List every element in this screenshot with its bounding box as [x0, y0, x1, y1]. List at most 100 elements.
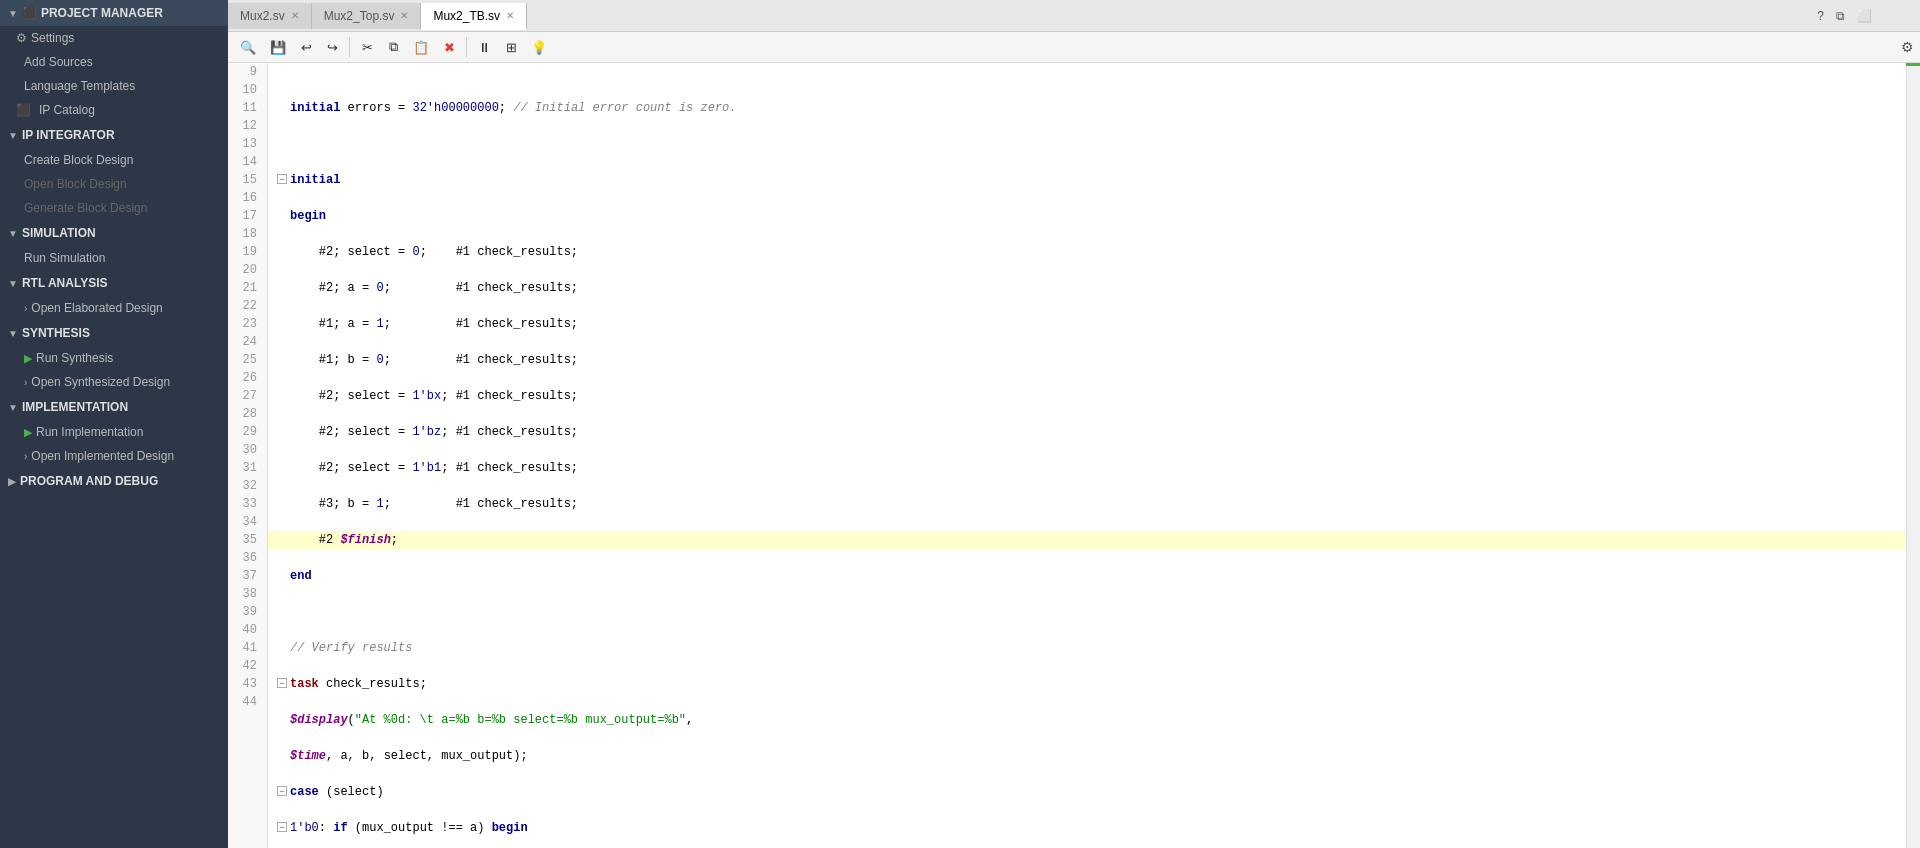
toolbar: 🔍 💾 ↩ ↪ ✂ ⧉ 📋 ✖ ⏸ ⊞ 💡 ⚙ — [228, 32, 1920, 63]
fold-icon[interactable]: − — [276, 819, 290, 837]
line-number: 17 — [228, 207, 261, 225]
sidebar-item-label: Language Templates — [24, 79, 135, 93]
redo-button[interactable]: ↪ — [320, 35, 344, 59]
sidebar-item-run-synthesis[interactable]: ▶ Run Synthesis — [0, 346, 228, 370]
sidebar-section-label: IMPLEMENTATION — [22, 400, 128, 414]
line-number: 21 — [228, 279, 261, 297]
main-area: Mux2.sv ✕ Mux2_Top.sv ✕ Mux2_TB.sv ✕ ? ⧉… — [228, 0, 1920, 848]
code-content: initial errors = 32'h00000000; // Initia… — [268, 63, 1906, 848]
code-line-26: $display("At %0d: \t a=%b b=%b select=%b… — [268, 711, 1906, 729]
sidebar-item-label: Run Implementation — [36, 425, 143, 439]
sidebar-item-open-elaborated-design[interactable]: › Open Elaborated Design — [0, 296, 228, 320]
line-number: 22 — [228, 297, 261, 315]
sidebar-section-ip-integrator[interactable]: ▼ IP INTEGRATOR — [0, 122, 228, 148]
run-icon: ▶ — [24, 426, 32, 439]
toolbar-separator-2 — [466, 37, 467, 57]
sidebar-item-settings[interactable]: ⚙ Settings — [0, 26, 228, 50]
sidebar-item-label: Add Sources — [24, 55, 93, 69]
close-icon[interactable]: ✕ — [291, 10, 299, 21]
fold-icon[interactable]: − — [276, 783, 290, 801]
line-number: 34 — [228, 513, 261, 531]
search-button[interactable]: 🔍 — [234, 35, 262, 59]
sidebar-section-synthesis[interactable]: ▼ SYNTHESIS — [0, 320, 228, 346]
maximize-button[interactable]: ⬜ — [1853, 7, 1876, 25]
sidebar-section-implementation[interactable]: ▼ IMPLEMENTATION — [0, 394, 228, 420]
sidebar-item-open-implemented-design[interactable]: › Open Implemented Design — [0, 444, 228, 468]
sidebar-section-project-manager[interactable]: ▼ ⬛ PROJECT MANAGER — [0, 0, 228, 26]
collapse-marker[interactable]: − — [277, 822, 287, 832]
sidebar-item-add-sources[interactable]: Add Sources — [0, 50, 228, 74]
line-number: 44 — [228, 693, 261, 711]
sidebar-item-label: Open Implemented Design — [31, 449, 174, 463]
sidebar-section-label: IP INTEGRATOR — [22, 128, 115, 142]
line-number: 20 — [228, 261, 261, 279]
table-button[interactable]: ⊞ — [499, 35, 523, 59]
cut-button[interactable]: ✂ — [355, 35, 379, 59]
save-button[interactable]: 💾 — [264, 35, 292, 59]
line-number: 40 — [228, 621, 261, 639]
code-line-21: #2 $finish; — [268, 531, 1906, 549]
tab-mux2-tb-sv[interactable]: Mux2_TB.sv ✕ — [421, 3, 527, 30]
code-editor[interactable]: initial errors = 32'h00000000; // Initia… — [268, 63, 1906, 848]
sidebar-item-language-templates[interactable]: Language Templates — [0, 74, 228, 98]
collapse-marker[interactable]: − — [277, 174, 287, 184]
editor-area: 9 10 11 12 13 14 15 16 17 18 19 20 21 22… — [228, 63, 1920, 848]
code-line-20: #3; b = 1; #1 check_results; — [268, 495, 1906, 513]
sidebar-item-label: Create Block Design — [24, 153, 133, 167]
delete-button[interactable]: ✖ — [437, 35, 461, 59]
code-line-19: #2; select = 1'b1; #1 check_results; — [268, 459, 1906, 477]
code-line-17: #2; select = 1'bx; #1 check_results; — [268, 387, 1906, 405]
sidebar-item-run-simulation[interactable]: Run Simulation — [0, 246, 228, 270]
pause-button[interactable]: ⏸ — [472, 35, 497, 59]
hint-button[interactable]: 💡 — [525, 35, 553, 59]
copy-button[interactable]: ⧉ — [381, 35, 405, 59]
code-line-10 — [268, 135, 1906, 153]
run-icon: ▶ — [24, 352, 32, 365]
sidebar-item-label: IP Catalog — [39, 103, 95, 117]
sidebar-item-ip-catalog[interactable]: ⬛ IP Catalog — [0, 98, 228, 122]
collapse-marker[interactable]: − — [277, 786, 287, 796]
code-line-23 — [268, 603, 1906, 621]
expand-icon: › — [24, 451, 27, 462]
line-number: 25 — [228, 351, 261, 369]
help-button[interactable]: ? — [1813, 7, 1828, 25]
sidebar-item-label: Run Simulation — [24, 251, 105, 265]
close-icon[interactable]: ✕ — [400, 10, 408, 21]
sidebar-item-open-synthesized-design[interactable]: › Open Synthesized Design — [0, 370, 228, 394]
tab-mux2-sv[interactable]: Mux2.sv ✕ — [228, 3, 312, 29]
line-number: 19 — [228, 243, 261, 261]
green-indicator — [1906, 63, 1920, 66]
code-line-25: −task check_results; — [268, 675, 1906, 693]
code-line-27: $time, a, b, select, mux_output); — [268, 747, 1906, 765]
sidebar-section-program-debug[interactable]: ▶ PROGRAM AND DEBUG — [0, 468, 228, 494]
sidebar-item-label: Generate Block Design — [24, 201, 147, 215]
sidebar-item-label: Open Elaborated Design — [31, 301, 162, 315]
sidebar-section-label: SYNTHESIS — [22, 326, 90, 340]
line-number: 39 — [228, 603, 261, 621]
restore-button[interactable]: ⧉ — [1832, 7, 1849, 25]
sidebar-section-label: PROJECT MANAGER — [41, 6, 163, 20]
fold-icon[interactable]: − — [276, 675, 290, 693]
scroll-indicator[interactable] — [1906, 63, 1920, 848]
tab-mux2-top-sv[interactable]: Mux2_Top.sv ✕ — [312, 3, 422, 29]
line-number: 15 — [228, 171, 261, 189]
fold-icon[interactable]: − — [276, 171, 290, 189]
sidebar-item-run-implementation[interactable]: ▶ Run Implementation — [0, 420, 228, 444]
sidebar-section-rtl-analysis[interactable]: ▼ RTL ANALYSIS — [0, 270, 228, 296]
paste-button[interactable]: 📋 — [407, 35, 435, 59]
sidebar-item-open-block-design: Open Block Design — [0, 172, 228, 196]
settings-gear-button[interactable]: ⚙ — [1901, 39, 1914, 55]
collapse-marker[interactable]: − — [277, 678, 287, 688]
line-number: 16 — [228, 189, 261, 207]
sidebar-section-simulation[interactable]: ▼ SIMULATION — [0, 220, 228, 246]
sidebar-item-create-block-design[interactable]: Create Block Design — [0, 148, 228, 172]
line-number: 14 — [228, 153, 261, 171]
expand-icon: › — [24, 377, 27, 388]
tab-label: Mux2_TB.sv — [433, 9, 500, 23]
undo-button[interactable]: ↩ — [294, 35, 318, 59]
close-icon[interactable]: ✕ — [506, 10, 514, 21]
project-manager-icon: ⬛ — [22, 6, 37, 20]
sidebar-section-label: RTL ANALYSIS — [22, 276, 108, 290]
sidebar-section-label: PROGRAM AND DEBUG — [20, 474, 158, 488]
line-number: 9 — [228, 63, 261, 81]
